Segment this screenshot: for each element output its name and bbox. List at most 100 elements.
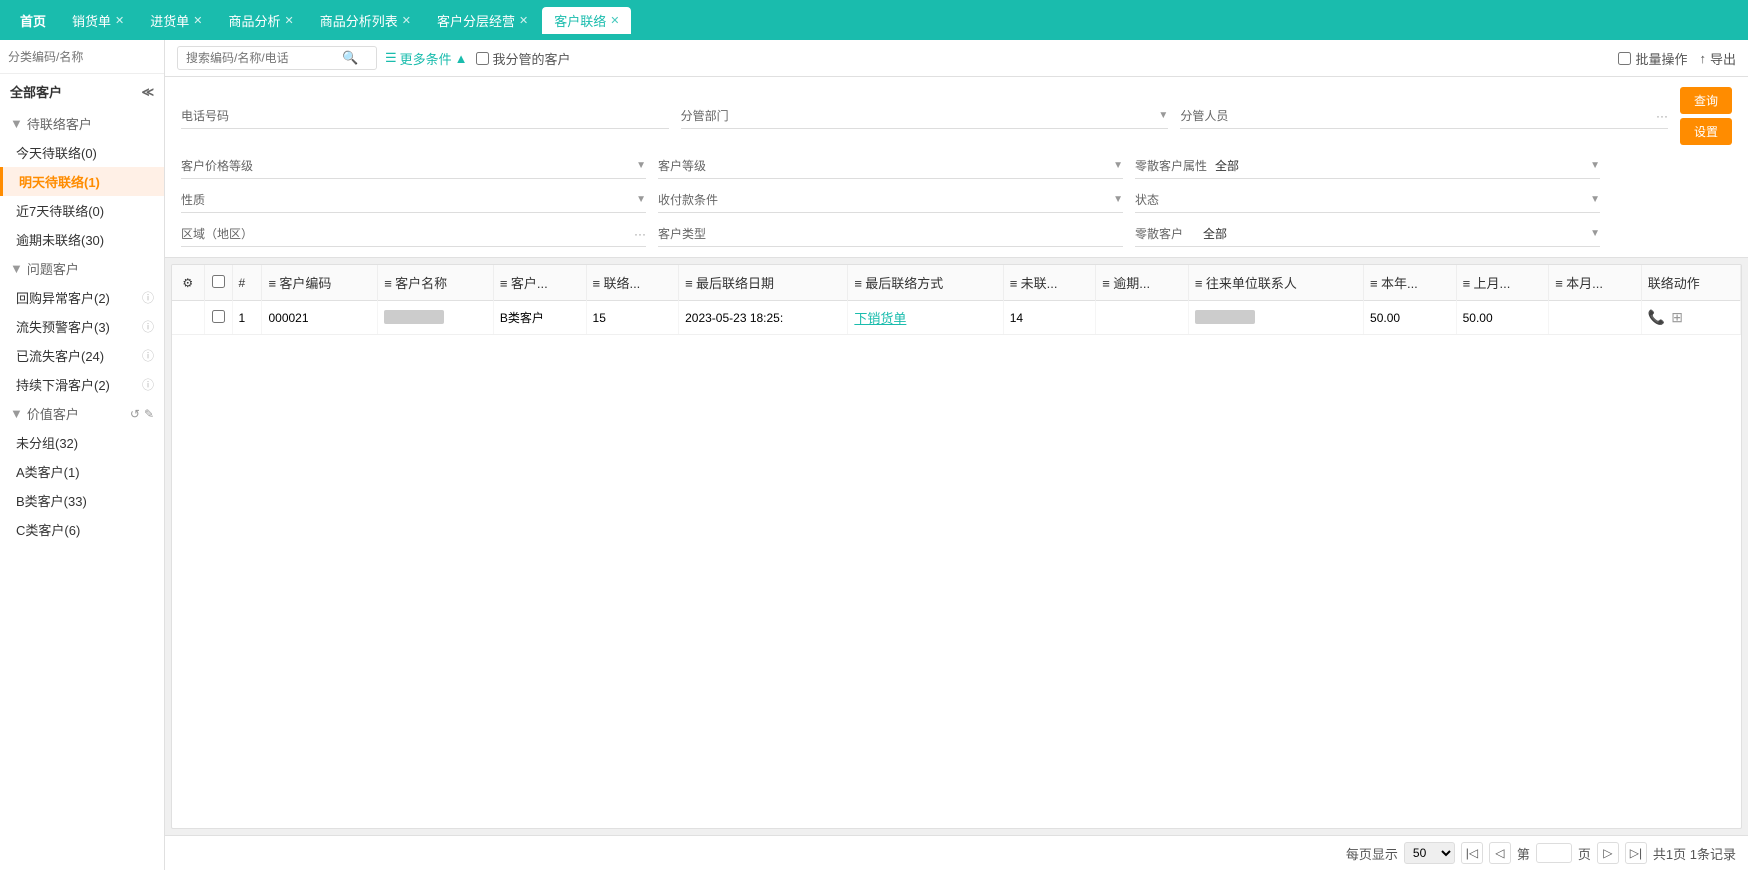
edit-value-icon[interactable]: ✎ bbox=[144, 407, 154, 421]
filter-row-2: 客户价格等级 ▼ 客户等级 ▼ 零散客户属性 全部 ▼ bbox=[181, 153, 1732, 179]
person-ellipsis-icon[interactable]: ··· bbox=[1656, 109, 1668, 123]
last-page-button[interactable]: ▷| bbox=[1625, 842, 1647, 864]
retail-attr-dropdown-icon[interactable]: ▼ bbox=[1590, 160, 1600, 171]
total-pages-label: 页 bbox=[1578, 844, 1591, 863]
sidebar-item-lost[interactable]: 已流失客户(24) ⓘ bbox=[0, 341, 164, 370]
last-method-link[interactable]: 下销货单 bbox=[854, 311, 906, 326]
sidebar-item-overdue[interactable]: 逾期未联络(30) bbox=[0, 225, 164, 254]
col-settings[interactable]: ⚙ bbox=[172, 265, 204, 301]
close-purchase-icon[interactable]: ✕ bbox=[193, 14, 202, 27]
col-last-contact-method: ≡ 最后联络方式 bbox=[848, 265, 1003, 301]
my-customers-check[interactable] bbox=[476, 52, 489, 65]
sidebar-item-ungrouped[interactable]: 未分组(32) bbox=[0, 428, 164, 457]
export-icon: ↑ bbox=[1699, 51, 1706, 66]
total-records-info: 共1页 1条记录 bbox=[1653, 844, 1736, 863]
sidebar-item-week[interactable]: 近7天待联络(0) bbox=[0, 196, 164, 225]
first-page-button[interactable]: |◁ bbox=[1461, 842, 1483, 864]
toolbar: 🔍 ☰ 更多条件 ▲ 我分管的客户 批量操作 ↑ 导出 bbox=[165, 40, 1748, 77]
collapse-sidebar-icon[interactable]: ≪ bbox=[141, 85, 154, 99]
col-this-year: ≡ 本年... bbox=[1364, 265, 1457, 301]
search-input[interactable] bbox=[186, 51, 336, 65]
row-last-method[interactable]: 下销货单 bbox=[848, 301, 1003, 335]
sidebar-item-b-class[interactable]: B类客户(33) bbox=[0, 486, 164, 515]
table-header-row: ⚙ # ≡ 客户编码 ≡ 客户名称 ≡ 客户... bbox=[172, 265, 1741, 301]
page-number-input[interactable]: 1 bbox=[1536, 843, 1572, 863]
sidebar-all-customers[interactable]: 全部客户 ≪ bbox=[0, 74, 164, 109]
status-dropdown-icon[interactable]: ▼ bbox=[1590, 194, 1600, 205]
info-icon: ⓘ bbox=[142, 318, 154, 335]
filter-row-1: 电话号码 分管部门 ▼ 分管人员 ··· 查询 设置 bbox=[181, 87, 1732, 145]
col-company-contact: ≡ 往来单位联系人 bbox=[1188, 265, 1363, 301]
batch-check[interactable] bbox=[1618, 52, 1631, 65]
sidebar-item-tomorrow[interactable]: 明天待联络(1) bbox=[0, 167, 164, 196]
sidebar-item-today[interactable]: 今天待联络(0) bbox=[0, 138, 164, 167]
col-this-month: ≡ 本月... bbox=[1549, 265, 1642, 301]
nav-sales[interactable]: 销货单 ✕ bbox=[60, 7, 136, 34]
close-sales-icon[interactable]: ✕ bbox=[115, 14, 124, 27]
retail-customer-dropdown-icon[interactable]: ▼ bbox=[1590, 228, 1600, 239]
sidebar-search-input[interactable] bbox=[8, 50, 163, 64]
filter-row-4: 区域（地区） ··· 客户类型 零散客户 全部 ▼ bbox=[181, 221, 1732, 247]
sidebar-item-a-class[interactable]: A类客户(1) bbox=[0, 457, 164, 486]
info-icon: ⓘ bbox=[142, 347, 154, 364]
sidebar-item-repeat-abnormal[interactable]: 回购异常客户(2) ⓘ bbox=[0, 283, 164, 312]
row-type: B类客户 bbox=[493, 301, 586, 335]
nav-home[interactable]: 首页 bbox=[8, 7, 58, 34]
close-customer-tier-icon[interactable]: ✕ bbox=[519, 14, 528, 27]
sidebar-item-declining[interactable]: 持续下滑客户(2) ⓘ bbox=[0, 370, 164, 399]
more-action-icon[interactable]: ⊞ bbox=[1671, 309, 1683, 326]
next-page-button[interactable]: ▷ bbox=[1597, 842, 1619, 864]
refresh-icon[interactable]: ↺ bbox=[130, 407, 140, 421]
sidebar-item-losing[interactable]: 流失预警客户(3) ⓘ bbox=[0, 312, 164, 341]
sidebar-group-value: ▼ 价值客户 ↺ ✎ bbox=[0, 399, 164, 428]
row-check bbox=[204, 301, 232, 335]
close-customer-contact-icon[interactable]: ✕ bbox=[610, 14, 619, 27]
filter-icon: ☰ bbox=[385, 50, 397, 66]
close-analysis-icon[interactable]: ✕ bbox=[285, 14, 294, 27]
filter-phone: 电话号码 bbox=[181, 103, 669, 129]
filter-region: 区域（地区） ··· bbox=[181, 221, 646, 247]
row-settings bbox=[172, 301, 204, 335]
info-icon: ⓘ bbox=[142, 376, 154, 393]
filter-status: 状态 ▼ bbox=[1135, 187, 1600, 213]
per-page-select[interactable]: 50 10 20 100 bbox=[1404, 842, 1455, 864]
customer-table: ⚙ # ≡ 客户编码 ≡ 客户名称 ≡ 客户... bbox=[171, 264, 1742, 829]
dept-dropdown-icon[interactable]: ▼ bbox=[1158, 110, 1168, 121]
export-button[interactable]: ↑ 导出 bbox=[1699, 49, 1736, 68]
col-check bbox=[204, 265, 232, 301]
col-contact: ≡ 联络... bbox=[586, 265, 679, 301]
my-customers-checkbox[interactable]: 我分管的客户 bbox=[476, 49, 571, 68]
select-all-checkbox[interactable] bbox=[212, 275, 225, 288]
nav-purchase[interactable]: 进货单 ✕ bbox=[138, 7, 214, 34]
filter-price-level: 客户价格等级 ▼ bbox=[181, 153, 646, 179]
prev-page-button[interactable]: ◁ bbox=[1489, 842, 1511, 864]
main-layout: 🔍 全部客户 ≪ ▼ 待联络客户 今天待联络(0) 明天待联络(1) 近7天待联… bbox=[0, 40, 1748, 870]
search-button[interactable]: 🔍 bbox=[342, 50, 358, 66]
filter-dept: 分管部门 ▼ bbox=[681, 103, 1169, 129]
batch-operation-button[interactable]: 批量操作 bbox=[1618, 49, 1687, 68]
price-level-dropdown-icon[interactable]: ▼ bbox=[636, 160, 646, 171]
filter-customer-level: 客户等级 ▼ bbox=[658, 153, 1123, 179]
settings-button[interactable]: 设置 bbox=[1680, 118, 1732, 145]
col-last-month: ≡ 上月... bbox=[1456, 265, 1549, 301]
row-last-date: 2023-05-23 18:25: bbox=[679, 301, 848, 335]
sidebar-search-bar: 🔍 bbox=[0, 40, 164, 74]
close-analysis-table-icon[interactable]: ✕ bbox=[402, 14, 411, 27]
nav-customer-tier[interactable]: 客户分层经营 ✕ bbox=[425, 7, 540, 34]
sidebar-item-c-class[interactable]: C类客户(6) bbox=[0, 515, 164, 544]
nav-customer-contact[interactable]: 客户联络 ✕ bbox=[542, 7, 631, 34]
more-conditions-button[interactable]: ☰ 更多条件 ▲ bbox=[385, 49, 468, 68]
row-checkbox[interactable] bbox=[212, 310, 225, 323]
row-this-year: 50.00 bbox=[1364, 301, 1457, 335]
col-name: ≡ 客户名称 bbox=[378, 265, 494, 301]
region-ellipsis-icon[interactable]: ··· bbox=[634, 227, 646, 241]
payment-dropdown-icon[interactable]: ▼ bbox=[1113, 194, 1123, 205]
phone-action-icon[interactable]: 📞 bbox=[1648, 309, 1665, 326]
row-num: 1 bbox=[232, 301, 262, 335]
nav-analysis-table[interactable]: 商品分析列表 ✕ bbox=[308, 7, 423, 34]
sidebar-content: 全部客户 ≪ ▼ 待联络客户 今天待联络(0) 明天待联络(1) 近7天待联络(… bbox=[0, 74, 164, 870]
nav-analysis[interactable]: 商品分析 ✕ bbox=[216, 7, 305, 34]
customer-level-dropdown-icon[interactable]: ▼ bbox=[1113, 160, 1123, 171]
query-button[interactable]: 查询 bbox=[1680, 87, 1732, 114]
nature-dropdown-icon[interactable]: ▼ bbox=[636, 194, 646, 205]
